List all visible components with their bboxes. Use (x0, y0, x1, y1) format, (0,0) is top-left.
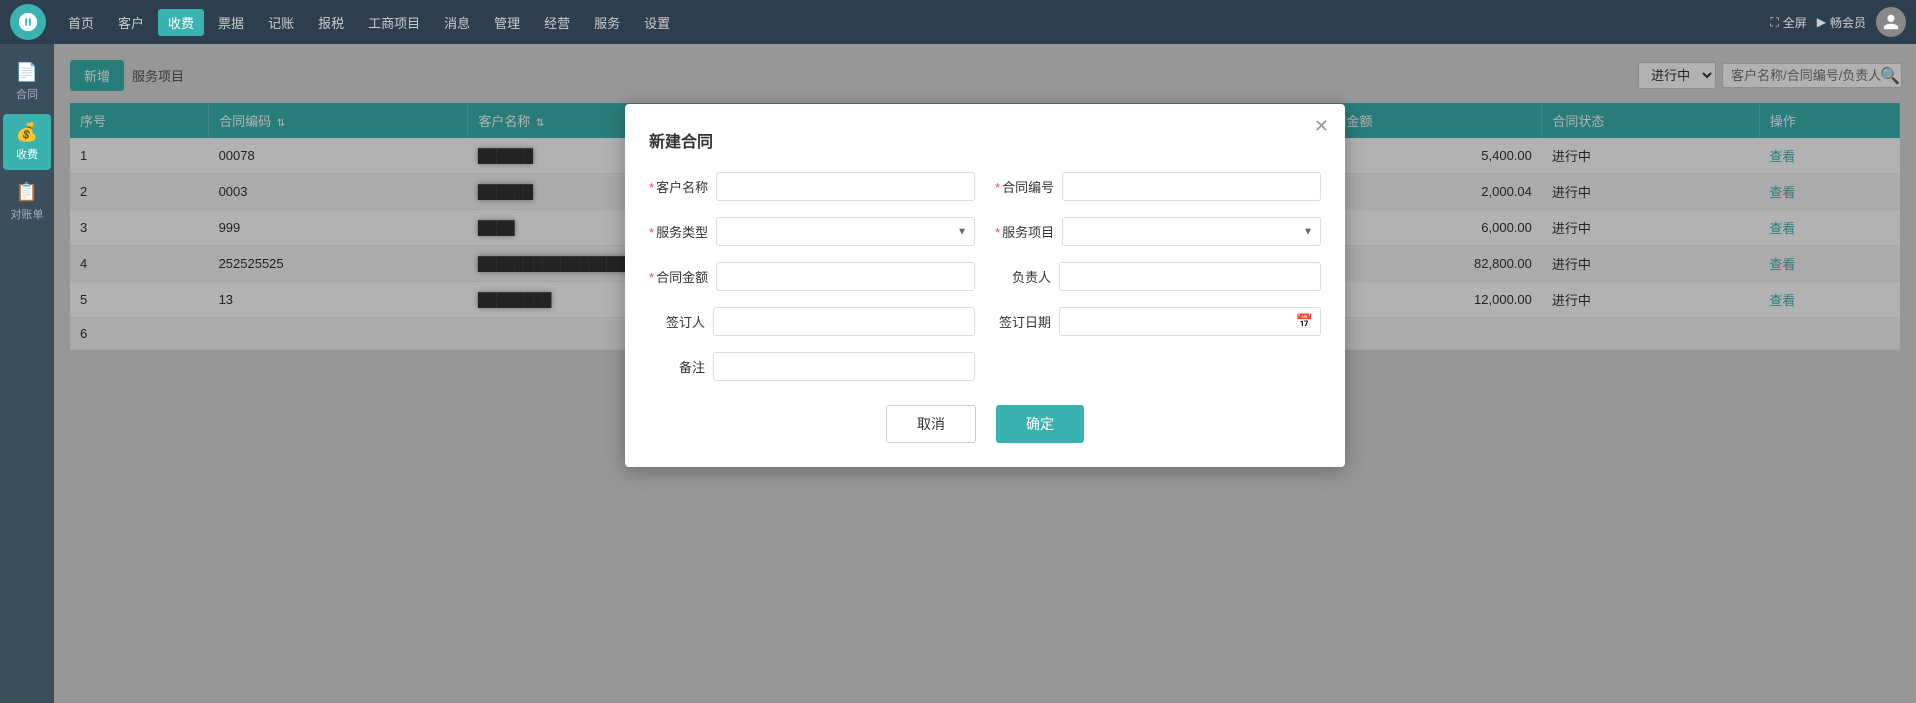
input-signer[interactable] (713, 307, 975, 336)
required-star-3: * (649, 225, 654, 240)
nav-account[interactable]: 记账 (258, 9, 304, 36)
vip-button[interactable]: ▶ 畅会员 (1817, 14, 1866, 31)
vip-label: 畅会员 (1830, 14, 1866, 31)
input-responsible[interactable] (1059, 262, 1321, 291)
new-contract-modal: ✕ 新建合同 *客户名称 *合同编号 (625, 104, 1345, 467)
top-navigation: 首页 客户 收费 票据 记账 报税 工商项目 消息 管理 经营 服务 设置 ⛶ … (0, 0, 1916, 44)
nav-message[interactable]: 消息 (434, 9, 480, 36)
input-contract-no[interactable] (1062, 172, 1321, 201)
fullscreen-button[interactable]: ⛶ 全屏 (1770, 14, 1806, 31)
modal-overlay: ✕ 新建合同 *客户名称 *合同编号 (54, 44, 1916, 703)
required-star-4: * (995, 225, 1000, 240)
nav-tax[interactable]: 报税 (308, 9, 354, 36)
label-signer: 签订人 (649, 312, 705, 331)
label-amount: *合同金额 (649, 267, 708, 286)
label-sign-date: 签订日期 (995, 312, 1051, 331)
nav-service[interactable]: 服务 (584, 9, 630, 36)
sidebar-label-reconcile: 对账单 (11, 206, 44, 222)
sidebar-label-revenue: 收费 (16, 146, 38, 162)
form-group-amount: *合同金额 0.00 (649, 262, 975, 291)
label-contract-no: *合同编号 (995, 177, 1054, 196)
sidebar-label-contract: 合同 (16, 86, 38, 102)
form-row-3: *合同金额 0.00 负责人 (649, 262, 1321, 291)
nav-biz[interactable]: 工商项目 (358, 9, 430, 36)
input-customer-name[interactable] (716, 172, 975, 201)
content-area: 新增 服务项目 进行中 已完成 已终止 🔍 序号 合同编码 ⇅ (54, 44, 1916, 703)
form-group-service-item: *服务项目 ▼ (995, 217, 1321, 246)
user-avatar[interactable] (1876, 7, 1906, 37)
label-customer-name: *客户名称 (649, 177, 708, 196)
nav-invoice[interactable]: 收费 (158, 9, 204, 36)
fullscreen-icon: ⛶ (1770, 15, 1778, 30)
nav-ticket[interactable]: 票据 (208, 9, 254, 36)
modal-footer: 取消 确定 (649, 405, 1321, 443)
sidebar: 📄 合同 💰 收费 📋 对账单 (0, 44, 54, 703)
sidebar-item-reconcile[interactable]: 📋 对账单 (3, 174, 51, 230)
revenue-icon: 💰 (16, 122, 38, 143)
sidebar-item-revenue[interactable]: 💰 收费 (3, 114, 51, 170)
select-service-item[interactable] (1062, 217, 1321, 246)
form-group-service-type: *服务类型 ▼ (649, 217, 975, 246)
nav-manage[interactable]: 管理 (484, 9, 530, 36)
form-group-responsible: 负责人 (995, 262, 1321, 291)
modal-title: 新建合同 (649, 128, 1321, 152)
service-item-wrapper: ▼ (1062, 217, 1321, 246)
app-logo[interactable] (10, 4, 46, 40)
service-type-wrapper: ▼ (716, 217, 975, 246)
label-remarks: 备注 (649, 357, 705, 376)
cancel-button[interactable]: 取消 (886, 405, 976, 443)
input-remarks[interactable] (713, 352, 975, 381)
contract-icon: 📄 (16, 62, 38, 83)
label-service-type: *服务类型 (649, 222, 708, 241)
calendar-icon: 📅 (1296, 313, 1313, 330)
required-star-2: * (995, 180, 1000, 195)
label-service-item: *服务项目 (995, 222, 1054, 241)
label-responsible: 负责人 (995, 267, 1051, 286)
reconcile-icon: 📋 (16, 182, 38, 203)
nav-settings[interactable]: 设置 (634, 9, 680, 36)
input-sign-date[interactable]: 2023-06-06 (1059, 307, 1321, 336)
sign-date-wrapper: 2023-06-06 📅 (1059, 307, 1321, 336)
modal-close-button[interactable]: ✕ (1314, 116, 1329, 137)
vip-icon: ▶ (1817, 15, 1826, 29)
nav-customer[interactable]: 客户 (108, 9, 154, 36)
confirm-button[interactable]: 确定 (996, 405, 1084, 443)
required-star-1: * (649, 180, 654, 195)
input-amount[interactable]: 0.00 (716, 262, 975, 291)
form-row-5: 备注 (649, 352, 1321, 381)
form-group-customer-name: *客户名称 (649, 172, 975, 201)
form-group-sign-date: 签订日期 2023-06-06 📅 (995, 307, 1321, 336)
nav-home[interactable]: 首页 (58, 9, 104, 36)
select-service-type[interactable] (716, 217, 975, 246)
main-layout: 📄 合同 💰 收费 📋 对账单 新增 服务项目 进行中 已完成 已终止 � (0, 44, 1916, 703)
fullscreen-label: 全屏 (1783, 14, 1807, 31)
nav-right-area: ⛶ 全屏 ▶ 畅会员 (1770, 7, 1906, 37)
nav-operation[interactable]: 经营 (534, 9, 580, 36)
form-row-1: *客户名称 *合同编号 (649, 172, 1321, 201)
form-group-remarks: 备注 (649, 352, 975, 381)
form-group-contract-no: *合同编号 (995, 172, 1321, 201)
form-row-4: 签订人 签订日期 2023-06-06 📅 (649, 307, 1321, 336)
sidebar-item-contract[interactable]: 📄 合同 (3, 54, 51, 110)
form-row-2: *服务类型 ▼ *服务项目 (649, 217, 1321, 246)
required-star-5: * (649, 270, 654, 285)
form-group-signer: 签订人 (649, 307, 975, 336)
